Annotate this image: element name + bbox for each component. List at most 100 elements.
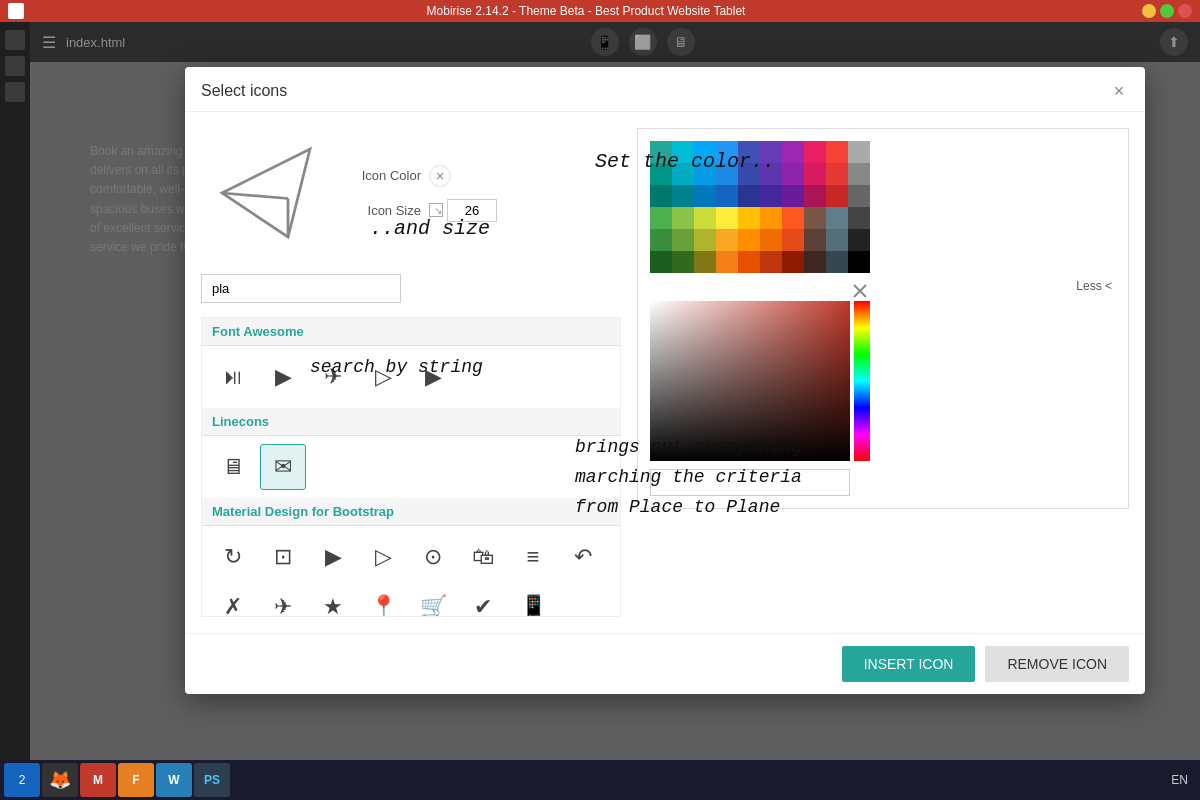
gradient-canvas[interactable]: [650, 301, 850, 461]
swatch[interactable]: [672, 251, 694, 273]
swatch[interactable]: [672, 141, 694, 163]
swatch[interactable]: [782, 163, 804, 185]
swatch[interactable]: [738, 229, 760, 251]
icon-item[interactable]: ▷: [360, 534, 406, 580]
icon-item[interactable]: ↶: [560, 534, 606, 580]
minimize-btn[interactable]: [1142, 4, 1156, 18]
swatch[interactable]: [738, 141, 760, 163]
swatch[interactable]: [716, 141, 738, 163]
swatch[interactable]: [716, 163, 738, 185]
swatch[interactable]: [650, 251, 672, 273]
close-color-picker-btn[interactable]: ×: [429, 165, 451, 187]
taskbar-word[interactable]: W: [156, 763, 192, 797]
swatch[interactable]: [804, 229, 826, 251]
swatch[interactable]: [694, 141, 716, 163]
swatch[interactable]: [650, 229, 672, 251]
icon-item[interactable]: 🛍: [460, 534, 506, 580]
swatch[interactable]: [848, 185, 870, 207]
icon-item[interactable]: ▶: [260, 354, 306, 400]
swatch[interactable]: [782, 229, 804, 251]
swatch[interactable]: [826, 163, 848, 185]
swatch[interactable]: [804, 207, 826, 229]
swatch[interactable]: [694, 185, 716, 207]
swatch[interactable]: [760, 229, 782, 251]
swatch[interactable]: [826, 185, 848, 207]
icon-item[interactable]: 📱: [510, 584, 556, 617]
size-input[interactable]: [447, 199, 497, 222]
swatch[interactable]: [716, 251, 738, 273]
swatch[interactable]: [738, 251, 760, 273]
icon-item[interactable]: ✈: [260, 584, 306, 617]
resize-handle-icon[interactable]: ↘: [429, 203, 443, 217]
insert-icon-button[interactable]: INSERT ICON: [842, 646, 976, 682]
hue-slider[interactable]: [854, 301, 870, 461]
icon-item-selected[interactable]: ✉: [260, 444, 306, 490]
swatch[interactable]: [760, 163, 782, 185]
icon-item[interactable]: ▶: [410, 354, 456, 400]
close-btn[interactable]: [1178, 4, 1192, 18]
swatch[interactable]: [782, 251, 804, 273]
swatch[interactable]: [804, 251, 826, 273]
swatch[interactable]: [650, 163, 672, 185]
swatch[interactable]: [716, 207, 738, 229]
search-input[interactable]: [201, 274, 401, 303]
swatch[interactable]: [716, 229, 738, 251]
swatch[interactable]: [782, 207, 804, 229]
swatch[interactable]: [848, 207, 870, 229]
icon-item[interactable]: ≡: [510, 534, 556, 580]
swatch[interactable]: [694, 163, 716, 185]
swatch[interactable]: [826, 229, 848, 251]
swatch[interactable]: [760, 185, 782, 207]
swatch[interactable]: [650, 207, 672, 229]
swatch[interactable]: [672, 207, 694, 229]
maximize-btn[interactable]: [1160, 4, 1174, 18]
swatch[interactable]: [672, 185, 694, 207]
swatch[interactable]: [848, 229, 870, 251]
icon-item[interactable]: ✈: [310, 354, 356, 400]
swatch[interactable]: [782, 185, 804, 207]
icon-item[interactable]: 🛒: [410, 584, 456, 617]
swatch[interactable]: [826, 207, 848, 229]
swatch[interactable]: [848, 141, 870, 163]
less-button[interactable]: Less <: [650, 279, 1116, 293]
icon-item[interactable]: ⏯: [210, 354, 256, 400]
swatch[interactable]: [848, 163, 870, 185]
swatch[interactable]: [694, 207, 716, 229]
swatch[interactable]: [826, 251, 848, 273]
icon-item[interactable]: ↻: [210, 534, 256, 580]
swatch[interactable]: [650, 141, 672, 163]
icon-item[interactable]: ✔: [460, 584, 506, 617]
swatch[interactable]: [694, 229, 716, 251]
swatch[interactable]: [826, 141, 848, 163]
taskbar-ps[interactable]: PS: [194, 763, 230, 797]
gradient-close-button[interactable]: [850, 281, 870, 305]
swatch[interactable]: [782, 141, 804, 163]
swatch[interactable]: [760, 207, 782, 229]
taskbar-filezilla[interactable]: F: [118, 763, 154, 797]
swatch[interactable]: [804, 163, 826, 185]
swatch[interactable]: [672, 229, 694, 251]
swatch[interactable]: [716, 185, 738, 207]
dialog-close-button[interactable]: ×: [1109, 81, 1129, 101]
swatch[interactable]: [804, 141, 826, 163]
icon-item[interactable]: ▷: [360, 354, 406, 400]
swatch[interactable]: [738, 163, 760, 185]
icon-item[interactable]: ▶: [310, 534, 356, 580]
icon-item[interactable]: 📍: [360, 584, 406, 617]
icon-item[interactable]: ⊡: [260, 534, 306, 580]
swatch[interactable]: [694, 251, 716, 273]
swatch[interactable]: [760, 251, 782, 273]
taskbar-app1[interactable]: M: [80, 763, 116, 797]
swatch[interactable]: [738, 185, 760, 207]
swatch[interactable]: [760, 141, 782, 163]
taskbar-firefox[interactable]: 🦊: [42, 763, 78, 797]
swatch[interactable]: [650, 185, 672, 207]
hex-input[interactable]: [650, 469, 850, 496]
icon-item[interactable]: ✗: [210, 584, 256, 617]
icon-item[interactable]: ★: [310, 584, 356, 617]
remove-icon-button[interactable]: REMOVE ICON: [985, 646, 1129, 682]
swatch[interactable]: [672, 163, 694, 185]
icon-item[interactable]: 🖥: [210, 444, 256, 490]
taskbar-start[interactable]: 2: [4, 763, 40, 797]
swatch[interactable]: [848, 251, 870, 273]
